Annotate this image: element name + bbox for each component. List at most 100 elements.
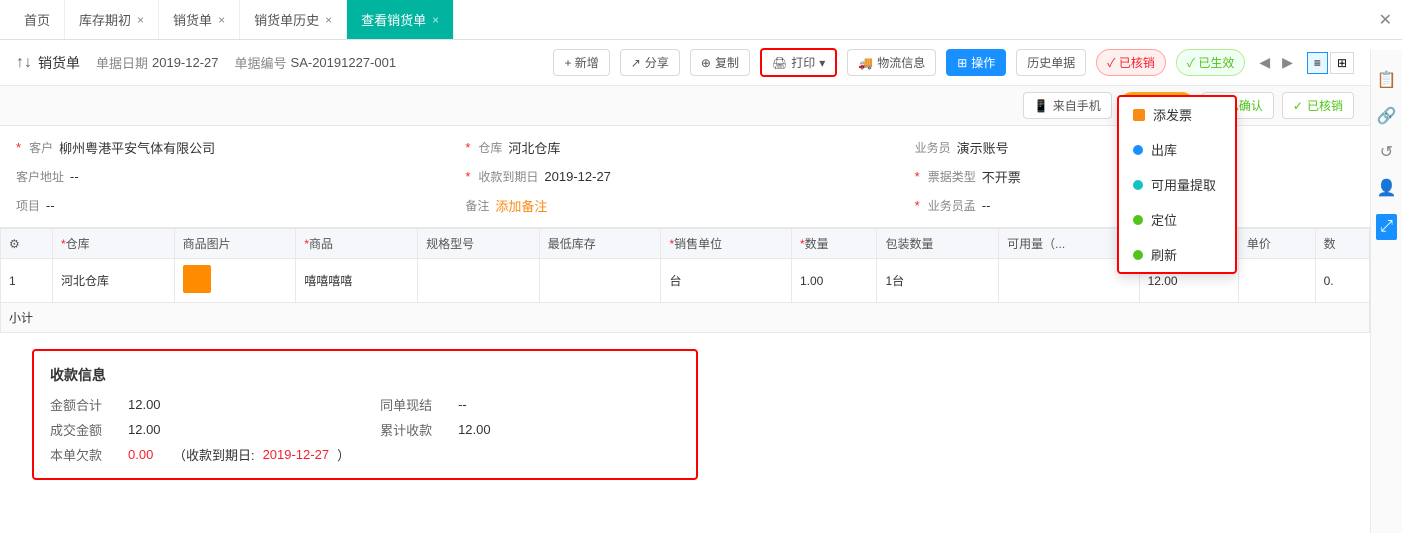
right-icon-doc[interactable]: 📋 [1377, 70, 1397, 90]
operation-dropdown: 添发票 出库 可用量提取 定位 刷新 [1117, 95, 1237, 274]
subtotal-row: 小计 [1, 303, 1370, 333]
phone-icon: 📱 [1034, 99, 1049, 113]
row-pack-qty[interactable]: 1台 [877, 259, 999, 303]
tab-view-sales[interactable]: 查看销货单 × [347, 0, 454, 39]
right-icon-link[interactable]: 🔗 [1377, 106, 1397, 126]
copy-icon: ⊕ [701, 56, 711, 70]
row-amount: 0. [1315, 259, 1369, 303]
close-tab-history[interactable]: × [325, 13, 332, 27]
row-spec [418, 259, 540, 303]
add-remark-btn[interactable]: 添加备注 [495, 196, 547, 215]
doc-header: ↑↓ 销货单 单据日期 2019-12-27 单据编号 SA-20191227-… [0, 40, 1370, 86]
close-tab-inventory[interactable]: × [137, 13, 144, 27]
doc-meta: 单据日期 2019-12-27 单据编号 SA-20191227-001 [96, 53, 396, 72]
tab-bar: 首页 库存期初 × 销货单 × 销货单历史 × 查看销货单 × ✕ [0, 0, 1402, 40]
doc-icon: ↑↓ [16, 54, 32, 72]
doc-type-label: 销货单 [38, 53, 80, 73]
summary-grid: 金额合计 12.00 同单现结 -- 成交金额 12.00 累计收款 [50, 395, 680, 464]
col-pack-qty: 包装数量 [877, 229, 999, 259]
address-field: 客户地址 -- [16, 167, 455, 186]
close-tab-view-sales[interactable]: × [432, 13, 439, 27]
col-unit: *销售单位 [661, 229, 791, 259]
payment-date-field: * 收款到期日 2019-12-27 [465, 167, 904, 186]
row-warehouse[interactable]: 河北仓库 [52, 259, 174, 303]
truck-icon: 🚚 [858, 56, 873, 70]
col-image: 商品图片 [174, 229, 296, 259]
doc-date-value: 2019-12-27 [152, 55, 219, 70]
logistics-button[interactable]: 🚚 物流信息 [847, 49, 936, 76]
sold-status-btn[interactable]: ✓ 已核销 [1096, 49, 1166, 76]
doc-date-field: 单据日期 2019-12-27 [96, 53, 219, 72]
print-button[interactable]: 🖨 打印 ▾ [760, 48, 837, 77]
row-image [174, 259, 296, 303]
view-toggle: ≡ ⊞ [1307, 52, 1354, 74]
summary-title: 收款信息 [50, 365, 680, 385]
doc-title: ↑↓ 销货单 [16, 53, 80, 73]
close-tab-sales[interactable]: × [218, 13, 225, 27]
col-amount: 数 [1315, 229, 1369, 259]
dropdown-item-available-qty[interactable]: 可用量提取 [1119, 167, 1235, 202]
deal-amount-field: 成交金额 12.00 [50, 420, 350, 439]
new-button[interactable]: + 新增 [553, 49, 609, 76]
customer-field: * 客户 柳州粤港平安气体有限公司 [16, 138, 455, 157]
tab-sales-history[interactable]: 销货单历史 × [240, 0, 347, 39]
nav-arrows: ◀ ▶ [1255, 52, 1297, 73]
product-image [183, 265, 211, 293]
col-warehouse: *仓库 [52, 229, 174, 259]
row-price[interactable] [1238, 259, 1315, 303]
prev-arrow[interactable]: ◀ [1255, 52, 1274, 73]
next-arrow[interactable]: ▶ [1278, 52, 1297, 73]
view-list-btn[interactable]: ≡ [1307, 52, 1328, 74]
col-product: *商品 [296, 229, 418, 259]
available-qty-icon [1133, 180, 1143, 190]
dropdown-item-outbound[interactable]: 出库 [1119, 132, 1235, 167]
refresh-icon [1133, 250, 1143, 260]
tab-sales-order[interactable]: 销货单 × [159, 0, 240, 39]
grid-icon: ⊞ [957, 56, 967, 70]
outbound-icon [1133, 145, 1143, 155]
same-order-field: 同单现结 -- [380, 395, 680, 414]
locate-icon [1133, 215, 1143, 225]
right-panel: 📋 🔗 ↺ 👤 ⤢ [1370, 50, 1402, 533]
cumulative-field: 累计收款 12.00 [380, 420, 680, 439]
share-icon: ↗ [631, 56, 641, 70]
print-dropdown-icon: ▾ [819, 56, 825, 70]
right-icon-user[interactable]: 👤 [1377, 178, 1397, 198]
remark-field: 备注 添加备注 [465, 196, 904, 215]
main-toolbar: + 新增 ↗ 分享 ⊕ 复制 🖨 打印 ▾ 🚚 [553, 48, 1354, 77]
col-settings[interactable]: ⚙ [1, 229, 53, 259]
this-order-field: 本单欠款 0.00 （收款到期日: 2019-12-27 ） [50, 445, 350, 464]
row-product[interactable]: 嘻嘻嘻嘻 [296, 259, 418, 303]
row-index: 1 [1, 259, 53, 303]
effect-status-btn[interactable]: ✓ 已生效 [1176, 49, 1246, 76]
col-price: 单价 [1238, 229, 1315, 259]
verified-icon: ✓ [1293, 99, 1303, 113]
from-phone-btn[interactable]: 📱 来自手机 [1023, 92, 1112, 119]
operation-button[interactable]: ⊞ 操作 [946, 49, 1006, 76]
total-field: 金额合计 12.00 [50, 395, 350, 414]
history-button[interactable]: 历史单据 [1016, 49, 1086, 76]
global-close-btn[interactable]: ✕ [1379, 10, 1392, 30]
summary-wrapper: 收款信息 金额合计 12.00 同单现结 -- 成交金额 12.00 [0, 333, 1370, 496]
project-field: 项目 -- [16, 196, 455, 215]
col-qty: *数量 [791, 229, 877, 259]
summary-section: 收款信息 金额合计 12.00 同单现结 -- 成交金额 12.00 [32, 349, 698, 480]
row-qty[interactable]: 1.00 [791, 259, 877, 303]
tab-inventory-init[interactable]: 库存期初 × [65, 0, 159, 39]
dropdown-item-refresh[interactable]: 刷新 [1119, 237, 1235, 272]
view-grid-btn[interactable]: ⊞ [1330, 52, 1354, 74]
tab-home[interactable]: 首页 [10, 0, 65, 39]
share-button[interactable]: ↗ 分享 [620, 49, 680, 76]
row-min-stock [539, 259, 661, 303]
right-icon-expand[interactable]: ⤢ [1376, 214, 1397, 240]
doc-number-value: SA-20191227-001 [291, 55, 397, 70]
col-spec: 规格型号 [418, 229, 540, 259]
right-icon-refresh[interactable]: ↺ [1380, 142, 1393, 162]
dropdown-item-locate[interactable]: 定位 [1119, 202, 1235, 237]
verified-btn[interactable]: ✓ 已核销 [1282, 92, 1354, 119]
add-invoice-icon [1133, 109, 1145, 121]
warehouse-field: * 仓库 河北仓库 [465, 138, 904, 157]
row-unit[interactable]: 台 [661, 259, 791, 303]
copy-button[interactable]: ⊕ 复制 [690, 49, 750, 76]
dropdown-item-add-invoice[interactable]: 添发票 [1119, 97, 1235, 132]
